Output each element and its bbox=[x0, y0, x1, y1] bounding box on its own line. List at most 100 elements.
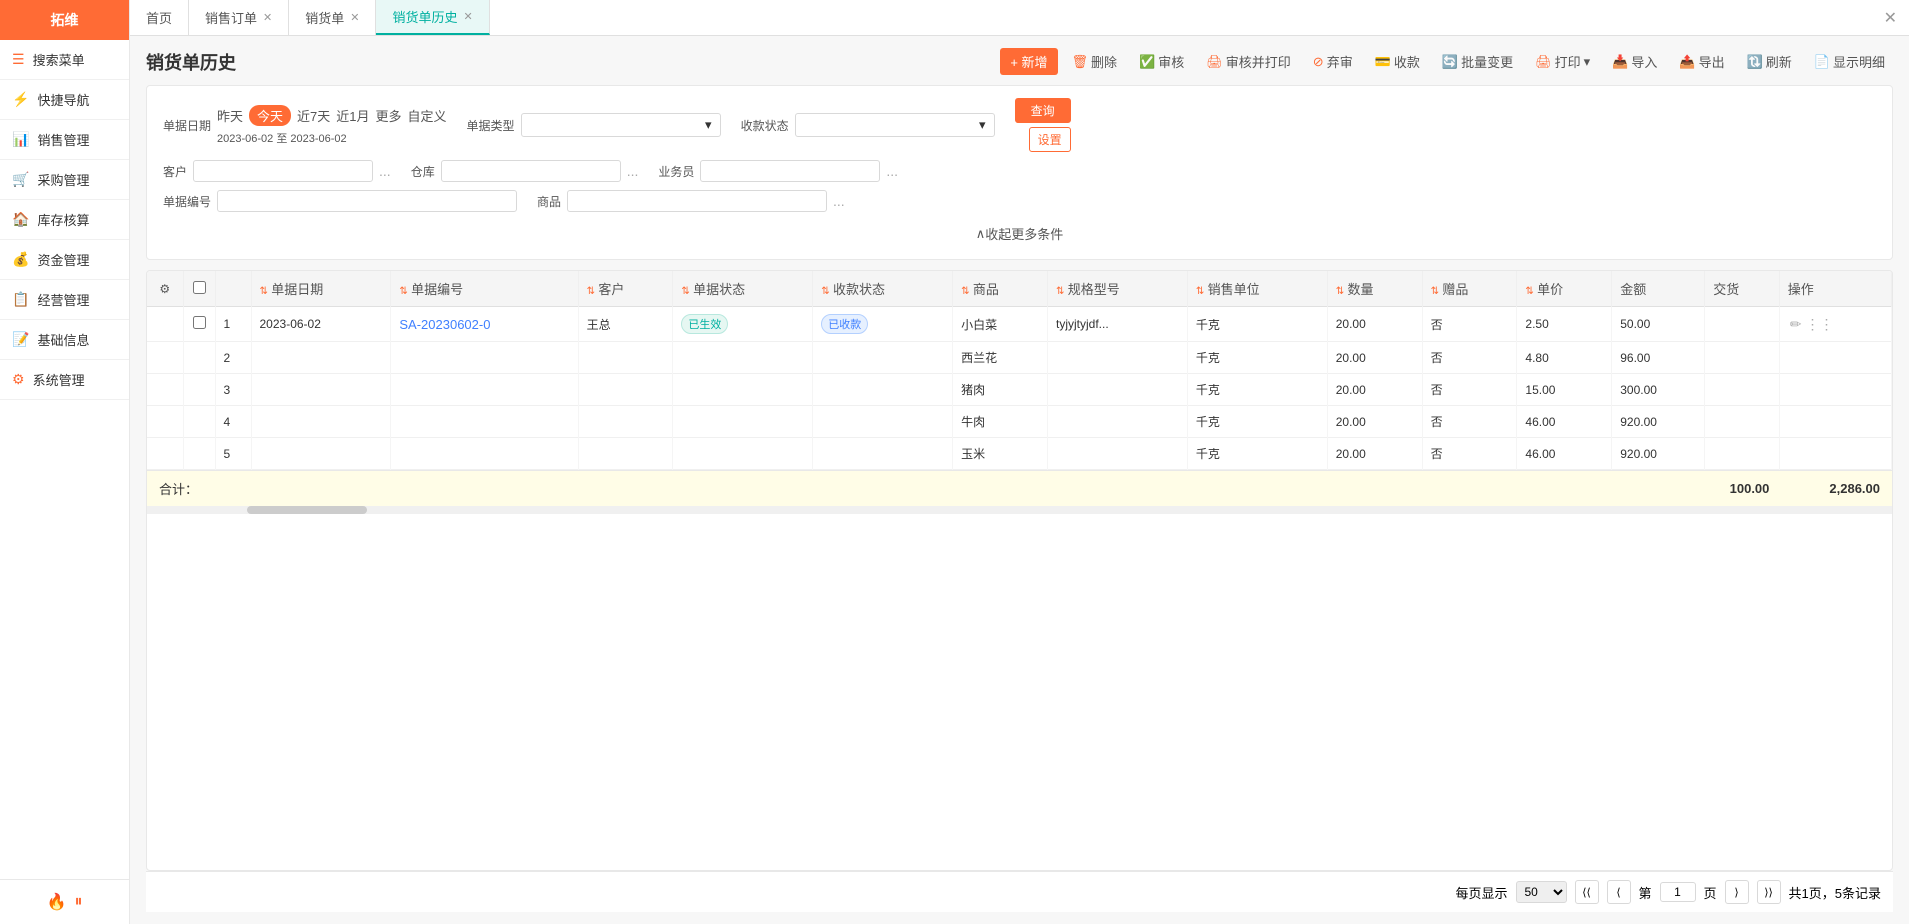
new-button[interactable]: + 新增 bbox=[1000, 48, 1057, 75]
sidebar-item-inventory[interactable]: 🏠 库存核算 bbox=[0, 200, 129, 240]
sidebar-item-search-menu[interactable]: ☰ 搜索菜单 bbox=[0, 40, 129, 80]
td-checkbox[interactable] bbox=[183, 406, 215, 438]
th-checkbox[interactable] bbox=[183, 271, 215, 307]
date-tab-today[interactable]: 今天 bbox=[249, 105, 291, 126]
td-operation bbox=[1779, 438, 1891, 470]
customer-dots[interactable]: ... bbox=[379, 163, 391, 179]
scrollbar-thumb[interactable] bbox=[247, 506, 367, 514]
prev-page-button[interactable]: ⟨ bbox=[1607, 880, 1631, 904]
td-checkbox[interactable] bbox=[183, 438, 215, 470]
th-payment-status[interactable]: ⇅ 收款状态 bbox=[813, 271, 953, 307]
sidebar-item-sales-mgmt[interactable]: 📊 销售管理 bbox=[0, 120, 129, 160]
td-doc-date bbox=[251, 406, 391, 438]
tab-close-icon[interactable]: ✕ bbox=[263, 11, 272, 24]
sidebar-item-quick-nav[interactable]: ⚡ 快捷导航 bbox=[0, 80, 129, 120]
warehouse-input[interactable] bbox=[441, 160, 621, 182]
date-tab-more[interactable]: 更多 bbox=[376, 106, 402, 125]
td-checkbox[interactable] bbox=[183, 342, 215, 374]
receive-button[interactable]: 💳 收款 bbox=[1367, 48, 1428, 75]
tab-sales-history[interactable]: 销货单历史 ✕ bbox=[376, 0, 489, 35]
td-doc-no[interactable]: SA-20230602-0 bbox=[391, 307, 578, 342]
page-label: 第 bbox=[1639, 883, 1652, 902]
horizontal-scrollbar[interactable] bbox=[147, 506, 1892, 514]
abandon-button[interactable]: ⊘ 弃审 bbox=[1305, 48, 1361, 75]
th-quantity[interactable]: ⇅ 数量 bbox=[1327, 271, 1422, 307]
sort-icon: ⇅ bbox=[1196, 286, 1204, 297]
first-page-button[interactable]: ⟨⟨ bbox=[1575, 880, 1599, 904]
fire-icon[interactable]: 🔥 bbox=[47, 892, 67, 912]
tab-sales-order[interactable]: 销售订单 ✕ bbox=[189, 0, 289, 35]
show-detail-button[interactable]: 📄 显示明细 bbox=[1806, 48, 1893, 75]
row-checkbox[interactable] bbox=[193, 316, 206, 329]
th-gift[interactable]: ⇅ 赠品 bbox=[1422, 271, 1517, 307]
select-all-checkbox[interactable] bbox=[193, 281, 206, 294]
footer-values: 100.00 2,286.00 bbox=[1730, 481, 1880, 496]
export-button[interactable]: 📤 导出 bbox=[1671, 48, 1732, 75]
more-icon[interactable]: ⋮⋮ bbox=[1805, 316, 1833, 332]
warehouse-dots[interactable]: ... bbox=[627, 163, 639, 179]
tab-sales-invoice[interactable]: 销货单 ✕ bbox=[289, 0, 376, 35]
next-page-button[interactable]: ⟩ bbox=[1725, 880, 1749, 904]
th-gear[interactable]: ⚙ bbox=[147, 271, 183, 307]
th-doc-no[interactable]: ⇅ 单据编号 bbox=[391, 271, 578, 307]
page-number-input[interactable] bbox=[1660, 882, 1696, 902]
sidebar-item-base-info[interactable]: 📝 基础信息 bbox=[0, 320, 129, 360]
date-tab-1month[interactable]: 近1月 bbox=[336, 106, 369, 125]
sidebar-item-sys-mgmt[interactable]: ⚙ 系统管理 bbox=[0, 360, 129, 400]
collapse-row[interactable]: ∧ 收起更多条件 bbox=[163, 220, 1876, 247]
th-unit-price[interactable]: ⇅ 单价 bbox=[1517, 271, 1612, 307]
audit-button[interactable]: ✅ 审核 bbox=[1131, 48, 1192, 75]
settings-button[interactable]: 设置 bbox=[1029, 127, 1071, 152]
print-button[interactable]: 🖨 打印 ▾ bbox=[1527, 48, 1598, 75]
doc-type-select[interactable]: ▾ bbox=[521, 113, 721, 137]
th-doc-date[interactable]: ⇅ 单据日期 bbox=[251, 271, 391, 307]
edit-icon[interactable]: ✏ bbox=[1790, 316, 1802, 332]
th-doc-status[interactable]: ⇅ 单据状态 bbox=[673, 271, 813, 307]
td-row-num: 4 bbox=[215, 406, 251, 438]
td-doc-no[interactable] bbox=[391, 406, 578, 438]
delete-button[interactable]: 🗑 删除 bbox=[1064, 48, 1126, 75]
doc-type-dropdown-icon: ▾ bbox=[705, 117, 712, 133]
payment-status-badge: 已收款 bbox=[821, 314, 868, 334]
tab-close-icon[interactable]: ✕ bbox=[350, 11, 359, 24]
td-doc-no[interactable] bbox=[391, 374, 578, 406]
salesperson-input[interactable] bbox=[700, 160, 880, 182]
date-range-display: 2023-06-02 至 2023-06-02 bbox=[217, 130, 447, 146]
th-customer[interactable]: ⇅ 客户 bbox=[578, 271, 673, 307]
payment-status-select[interactable]: ▾ bbox=[795, 113, 995, 137]
doc-no-input[interactable] bbox=[217, 190, 517, 212]
query-button[interactable]: 查询 bbox=[1015, 98, 1071, 123]
tab-bar: 首页 销售订单 ✕ 销货单 ✕ 销货单历史 ✕ ✕ bbox=[130, 0, 1909, 36]
sidebar-item-purchase-mgmt[interactable]: 🛒 采购管理 bbox=[0, 160, 129, 200]
inventory-icon: 🏠 bbox=[12, 211, 29, 228]
last-page-button[interactable]: ⟩⟩ bbox=[1757, 880, 1781, 904]
td-doc-no[interactable] bbox=[391, 342, 578, 374]
salesperson-dots[interactable]: ... bbox=[886, 163, 898, 179]
date-tab-7days[interactable]: 近7天 bbox=[297, 106, 330, 125]
td-checkbox[interactable] bbox=[183, 374, 215, 406]
sidebar-item-ops-mgmt[interactable]: 📋 经营管理 bbox=[0, 280, 129, 320]
customer-input[interactable] bbox=[193, 160, 373, 182]
th-unit[interactable]: ⇅ 销售单位 bbox=[1187, 271, 1327, 307]
refresh-button[interactable]: 🔃 刷新 bbox=[1739, 48, 1800, 75]
td-checkbox[interactable] bbox=[183, 307, 215, 342]
th-goods[interactable]: ⇅ 商品 bbox=[953, 271, 1048, 307]
doc-no-link[interactable]: SA-20230602-0 bbox=[399, 317, 490, 332]
th-spec[interactable]: ⇅ 规格型号 bbox=[1048, 271, 1188, 307]
tab-home[interactable]: 首页 bbox=[130, 0, 189, 35]
goods-dots[interactable]: ... bbox=[833, 193, 845, 209]
tab-close-icon[interactable]: ✕ bbox=[464, 10, 473, 23]
per-page-select[interactable]: 50 100 200 bbox=[1516, 881, 1567, 903]
td-doc-no[interactable] bbox=[391, 438, 578, 470]
batch-change-button[interactable]: 🔄 批量变更 bbox=[1434, 48, 1521, 75]
audit-icon: ✅ bbox=[1139, 54, 1155, 70]
date-tab-custom[interactable]: 自定义 bbox=[408, 106, 447, 125]
audit-print-button[interactable]: 🖨 审核并打印 bbox=[1198, 48, 1299, 75]
sidebar-item-fund-mgmt[interactable]: 💰 资金管理 bbox=[0, 240, 129, 280]
import-button[interactable]: 📥 导入 bbox=[1604, 48, 1665, 75]
date-tab-yesterday[interactable]: 昨天 bbox=[217, 106, 243, 125]
pause-icon[interactable]: ⏸ bbox=[74, 893, 82, 911]
goods-input[interactable] bbox=[567, 190, 827, 212]
toolbar: + 新增 🗑 删除 ✅ 审核 🖨 审核并打印 ⊘ 弃审 bbox=[1000, 48, 1893, 75]
close-all-tabs-button[interactable]: ✕ bbox=[1872, 8, 1909, 28]
